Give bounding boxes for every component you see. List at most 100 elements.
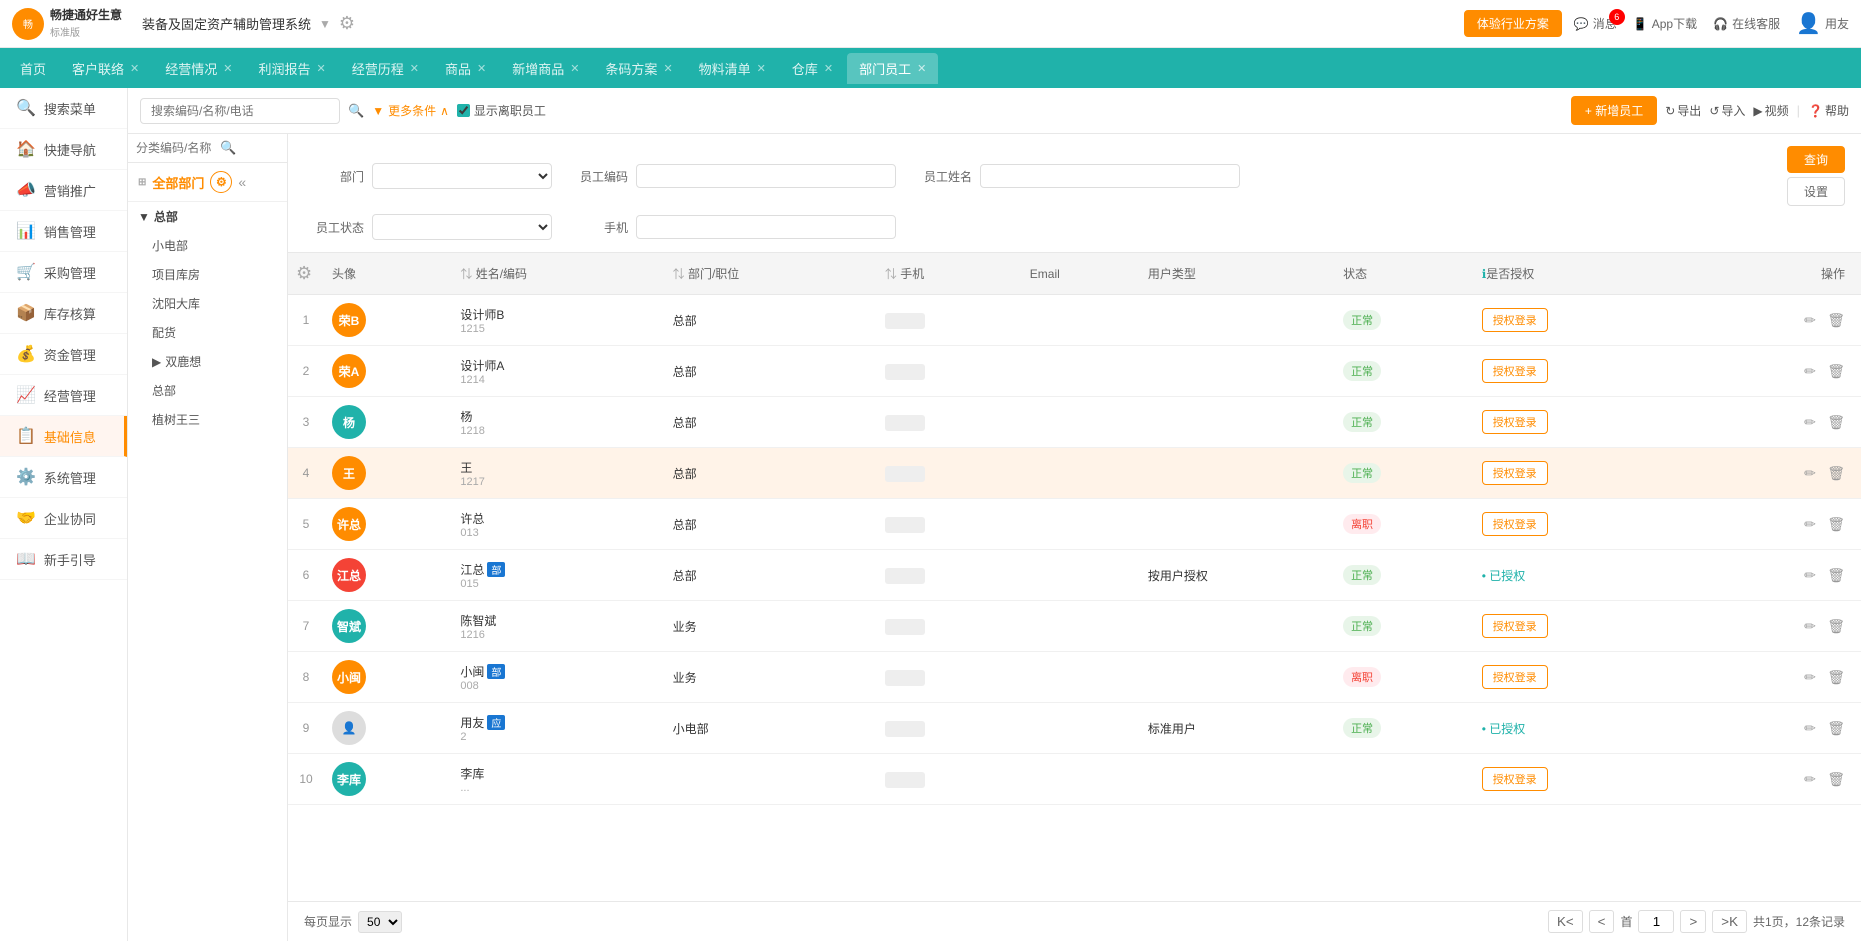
edit-btn[interactable]: ✏ bbox=[1800, 616, 1820, 637]
sidebar-item-guide[interactable]: 📖 新手引导 bbox=[0, 539, 127, 580]
dept-collapse-btn[interactable]: « bbox=[238, 174, 246, 190]
filter-empname-input[interactable] bbox=[980, 164, 1240, 188]
prev-page-btn[interactable]: < bbox=[1589, 910, 1615, 933]
auth-btn[interactable]: 授权登录 bbox=[1482, 665, 1548, 689]
search-input[interactable] bbox=[140, 98, 340, 124]
edit-btn[interactable]: ✏ bbox=[1800, 718, 1820, 739]
col-settings-icon[interactable]: ⚙ bbox=[296, 263, 312, 283]
delete-btn[interactable]: 🗑 bbox=[1823, 565, 1849, 586]
tab-new-goods-close[interactable]: ✕ bbox=[570, 62, 579, 75]
dept-item-zongbu[interactable]: 总部 bbox=[128, 376, 287, 405]
auth-btn[interactable]: 授权登录 bbox=[1482, 308, 1548, 332]
tab-profit-close[interactable]: ✕ bbox=[317, 62, 326, 75]
tab-customer[interactable]: 客户联络 ✕ bbox=[60, 53, 151, 84]
app-download-group[interactable]: 📱 App下载 bbox=[1633, 15, 1697, 32]
tab-barcode[interactable]: 条码方案 ✕ bbox=[593, 53, 684, 84]
more-conditions-btn[interactable]: ▼ 更多条件 ∧ bbox=[372, 102, 449, 119]
online-service-group[interactable]: 🎧 在线客服 bbox=[1713, 15, 1780, 32]
edit-btn[interactable]: ✏ bbox=[1800, 463, 1820, 484]
edit-btn[interactable]: ✏ bbox=[1800, 514, 1820, 535]
dept-item-zhishu[interactable]: 植树王三 bbox=[128, 405, 287, 434]
dept-item-shenyang[interactable]: 沈阳大库 bbox=[128, 289, 287, 318]
auth-btn[interactable]: 授权登录 bbox=[1482, 461, 1548, 485]
edit-btn[interactable]: ✏ bbox=[1800, 412, 1820, 433]
tab-warehouse-close[interactable]: ✕ bbox=[824, 62, 833, 75]
auth-btn[interactable]: 授权登录 bbox=[1482, 359, 1548, 383]
tab-department-close[interactable]: ✕ bbox=[917, 62, 926, 75]
dept-search-icon[interactable]: 🔍 bbox=[220, 140, 236, 156]
first-page-btn[interactable]: K< bbox=[1548, 910, 1583, 933]
user-info[interactable]: 👤 用友 bbox=[1796, 11, 1849, 36]
tab-department[interactable]: 部门员工 ✕ bbox=[847, 53, 938, 84]
delete-btn[interactable]: 🗑 bbox=[1823, 667, 1849, 688]
tab-customer-close[interactable]: ✕ bbox=[130, 62, 139, 75]
auth-btn[interactable]: 授权登录 bbox=[1482, 410, 1548, 434]
filter-dept-select[interactable] bbox=[372, 163, 552, 189]
auth-btn[interactable]: 授权登录 bbox=[1482, 512, 1548, 536]
edit-btn[interactable]: ✏ bbox=[1800, 769, 1820, 790]
help-btn[interactable]: ❓ 帮助 bbox=[1808, 102, 1849, 119]
show-resigned-checkbox[interactable] bbox=[457, 104, 470, 117]
delete-btn[interactable]: 🗑 bbox=[1823, 361, 1849, 382]
tab-history[interactable]: 经营历程 ✕ bbox=[340, 53, 431, 84]
tab-goods-close[interactable]: ✕ bbox=[477, 62, 486, 75]
tab-history-close[interactable]: ✕ bbox=[410, 62, 419, 75]
tab-bom[interactable]: 物料清单 ✕ bbox=[687, 53, 778, 84]
tab-bom-close[interactable]: ✕ bbox=[757, 62, 766, 75]
edit-btn[interactable]: ✏ bbox=[1800, 310, 1820, 331]
page-number-input[interactable] bbox=[1638, 910, 1674, 933]
tab-goods[interactable]: 商品 ✕ bbox=[433, 53, 498, 84]
delete-btn[interactable]: 🗑 bbox=[1823, 769, 1849, 790]
export-btn[interactable]: ↻ 导出 bbox=[1665, 102, 1701, 119]
sidebar-item-purchase[interactable]: 🛒 采购管理 bbox=[0, 252, 127, 293]
sidebar-item-collab[interactable]: 🤝 企业协同 bbox=[0, 498, 127, 539]
sidebar-item-search[interactable]: 🔍 搜索菜单 bbox=[0, 88, 127, 129]
tab-operation[interactable]: 经营情况 ✕ bbox=[153, 53, 244, 84]
import-btn[interactable]: ↺ 导入 bbox=[1709, 102, 1745, 119]
auth-btn[interactable]: 授权登录 bbox=[1482, 614, 1548, 638]
query-btn[interactable]: 查询 bbox=[1787, 146, 1845, 173]
sidebar-item-finance[interactable]: 💰 资金管理 bbox=[0, 334, 127, 375]
delete-btn[interactable]: 🗑 bbox=[1823, 718, 1849, 739]
edit-btn[interactable]: ✏ bbox=[1800, 667, 1820, 688]
dept-item-peihuo[interactable]: 配货 bbox=[128, 318, 287, 347]
edit-btn[interactable]: ✏ bbox=[1800, 361, 1820, 382]
tab-barcode-close[interactable]: ✕ bbox=[663, 62, 672, 75]
sidebar-item-inventory[interactable]: 📦 库存核算 bbox=[0, 293, 127, 334]
delete-btn[interactable]: 🗑 bbox=[1823, 514, 1849, 535]
delete-btn[interactable]: 🗑 bbox=[1823, 463, 1849, 484]
last-page-btn[interactable]: >K bbox=[1712, 910, 1747, 933]
system-dropdown-icon[interactable]: ▼ bbox=[319, 17, 331, 31]
add-employee-btn[interactable]: + 新增员工 bbox=[1571, 96, 1657, 125]
delete-btn[interactable]: 🗑 bbox=[1823, 310, 1849, 331]
settings-icon[interactable]: ⚙ bbox=[339, 13, 355, 34]
tab-warehouse[interactable]: 仓库 ✕ bbox=[780, 53, 845, 84]
dept-settings-btn[interactable]: ⚙ bbox=[210, 171, 232, 193]
tab-home[interactable]: 首页 bbox=[8, 53, 58, 84]
per-page-select[interactable]: 50 bbox=[358, 911, 402, 933]
filter-phone-input[interactable] bbox=[636, 215, 896, 239]
dept-item-project[interactable]: 项目库房 bbox=[128, 260, 287, 289]
dept-item-xiaodian[interactable]: 小电部 bbox=[128, 231, 287, 260]
tab-profit[interactable]: 利润报告 ✕ bbox=[246, 53, 337, 84]
message-group[interactable]: 💬 消息 6 bbox=[1574, 15, 1617, 32]
tab-operation-close[interactable]: ✕ bbox=[223, 62, 232, 75]
dept-item-shuanglu[interactable]: ▶ 双鹿想 bbox=[128, 347, 287, 376]
sidebar-item-basic[interactable]: 📋 基础信息 bbox=[0, 416, 127, 457]
dept-search-input[interactable] bbox=[136, 141, 216, 155]
filter-status-select[interactable] bbox=[372, 214, 552, 240]
dept-tree-root[interactable]: ▼ 总部 bbox=[128, 202, 287, 231]
sidebar-item-system[interactable]: ⚙️ 系统管理 bbox=[0, 457, 127, 498]
reset-btn[interactable]: 设置 bbox=[1787, 177, 1845, 206]
sidebar-item-home[interactable]: 🏠 快捷导航 bbox=[0, 129, 127, 170]
experience-btn[interactable]: 体验行业方案 bbox=[1464, 10, 1562, 37]
next-page-btn[interactable]: > bbox=[1680, 910, 1706, 933]
delete-btn[interactable]: 🗑 bbox=[1823, 616, 1849, 637]
sidebar-item-marketing[interactable]: 📣 营销推广 bbox=[0, 170, 127, 211]
sidebar-item-sales[interactable]: 📊 销售管理 bbox=[0, 211, 127, 252]
auth-btn[interactable]: 授权登录 bbox=[1482, 767, 1548, 791]
search-icon-btn[interactable]: 🔍 bbox=[348, 103, 364, 119]
delete-btn[interactable]: 🗑 bbox=[1823, 412, 1849, 433]
edit-btn[interactable]: ✏ bbox=[1800, 565, 1820, 586]
sidebar-item-operation[interactable]: 📈 经营管理 bbox=[0, 375, 127, 416]
